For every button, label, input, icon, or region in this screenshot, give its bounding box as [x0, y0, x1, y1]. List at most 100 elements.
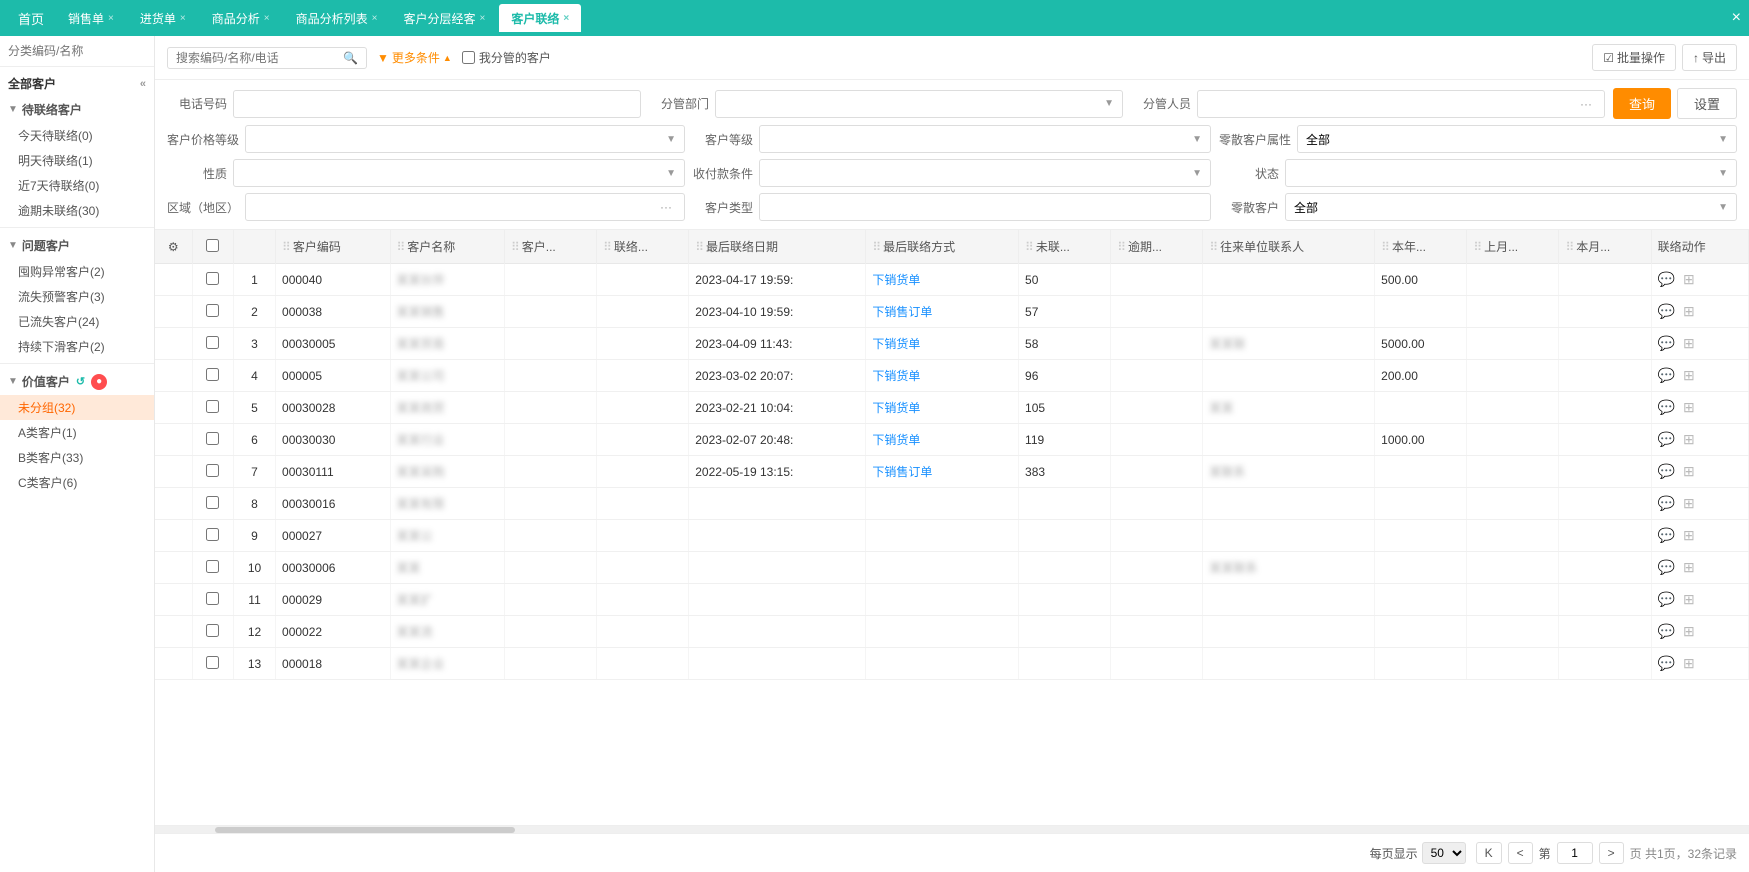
col-customer-type[interactable]: ⠿客户... [504, 230, 596, 264]
manager-input[interactable]: ··· [1197, 90, 1605, 118]
row-checkbox[interactable] [206, 464, 219, 477]
nature-select[interactable]: ▼ [233, 159, 685, 187]
sidebar-item-b-class[interactable]: B类客户(33) [0, 445, 154, 470]
tab-customer-contact[interactable]: 客户联络 × [499, 4, 581, 32]
col-contacts[interactable]: ⠿往来单位联系人 [1203, 230, 1375, 264]
col-no-contact[interactable]: ⠿未联... [1019, 230, 1111, 264]
status-select[interactable]: ▼ [1285, 159, 1737, 187]
contact-method-link[interactable]: 下销货单 [872, 337, 920, 351]
query-btn[interactable]: 查询 [1613, 88, 1671, 119]
tab-sales[interactable]: 销售单 × [56, 4, 126, 32]
contact-method-link[interactable]: 下销货单 [872, 401, 920, 415]
close-purchase-tab[interactable]: × [180, 13, 186, 24]
sidebar-group-problem-customers[interactable]: ▼ 问题客户 [0, 232, 154, 259]
message-icon[interactable]: 💬 [1658, 431, 1675, 448]
close-sales-tab[interactable]: × [108, 13, 114, 24]
grid-icon[interactable]: ⊞ [1683, 623, 1695, 640]
grid-icon[interactable]: ⊞ [1683, 271, 1695, 288]
col-last-method[interactable]: ⠿最后联络方式 [866, 230, 1019, 264]
message-icon[interactable]: 💬 [1658, 335, 1675, 352]
row-checkbox-cell[interactable] [192, 648, 233, 680]
message-icon[interactable]: 💬 [1658, 495, 1675, 512]
message-icon[interactable]: 💬 [1658, 399, 1675, 416]
row-checkbox[interactable] [206, 336, 219, 349]
tab-home[interactable]: 首页 [8, 9, 54, 28]
more-conditions-btn[interactable]: ▼ 更多条件 ▲ [377, 49, 452, 66]
row-last-method-cell[interactable]: 下销货单 [866, 264, 1019, 296]
sidebar-item-churn-warning[interactable]: 流失预警客户(3) [0, 284, 154, 309]
col-this-year[interactable]: ⠿本年... [1375, 230, 1467, 264]
sidebar-item-churned[interactable]: 已流失客户(24) [0, 309, 154, 334]
batch-operation-btn[interactable]: ☑ 批量操作 [1592, 44, 1676, 71]
grid-icon[interactable]: ⊞ [1683, 367, 1695, 384]
sidebar-item-today-contact[interactable]: 今天待联络(0) [0, 123, 154, 148]
tab-customer-segment[interactable]: 客户分层经客 × [391, 4, 497, 32]
tab-goods-analysis-list[interactable]: 商品分析列表 × [284, 4, 390, 32]
region-dots-icon[interactable]: ··· [656, 200, 676, 214]
col-checkbox[interactable] [192, 230, 233, 264]
row-last-method-cell[interactable]: 下销售订单 [866, 456, 1019, 488]
customer-type-input[interactable] [759, 193, 1211, 221]
row-checkbox[interactable] [206, 560, 219, 573]
message-icon[interactable]: 💬 [1658, 591, 1675, 608]
grid-icon[interactable]: ⊞ [1683, 559, 1695, 576]
row-checkbox-cell[interactable] [192, 520, 233, 552]
sidebar-item-c-class[interactable]: C类客户(6) [0, 470, 154, 495]
col-customer-name[interactable]: ⠿客户名称 [390, 230, 504, 264]
horizontal-scrollbar[interactable] [155, 825, 1749, 833]
sidebar-item-overdue-contact[interactable]: 逾期未联络(30) [0, 198, 154, 223]
col-last-month[interactable]: ⠿上月... [1467, 230, 1559, 264]
row-checkbox[interactable] [206, 272, 219, 285]
customer-level-select[interactable]: ▼ [759, 125, 1211, 153]
sidebar-item-7days-contact[interactable]: 近7天待联络(0) [0, 173, 154, 198]
grid-icon[interactable]: ⊞ [1683, 399, 1695, 416]
close-goods-list-tab[interactable]: × [372, 13, 378, 24]
message-icon[interactable]: 💬 [1658, 303, 1675, 320]
select-all-checkbox[interactable] [206, 239, 219, 252]
row-checkbox[interactable] [206, 304, 219, 317]
row-checkbox[interactable] [206, 432, 219, 445]
search-icon[interactable]: 🔍 [343, 51, 358, 65]
col-settings[interactable]: ⚙ [155, 230, 192, 264]
sidebar-item-unassigned[interactable]: 未分组(32) [0, 395, 154, 420]
payment-select[interactable]: ▼ [759, 159, 1211, 187]
contact-method-link[interactable]: 下销售订单 [872, 465, 932, 479]
message-icon[interactable]: 💬 [1658, 623, 1675, 640]
row-checkbox-cell[interactable] [192, 264, 233, 296]
row-checkbox-cell[interactable] [192, 424, 233, 456]
search-input[interactable] [176, 51, 339, 65]
sidebar-collapse-icon[interactable]: « [140, 78, 146, 90]
message-icon[interactable]: 💬 [1658, 271, 1675, 288]
settings-gear-icon[interactable]: ⚙ [168, 240, 179, 254]
first-page-btn[interactable]: K [1476, 842, 1502, 864]
price-level-select[interactable]: ▼ [245, 125, 685, 153]
reset-btn[interactable]: 设置 [1677, 88, 1737, 119]
page-number-input[interactable] [1557, 842, 1593, 864]
row-last-method-cell[interactable]: 下销货单 [866, 360, 1019, 392]
row-checkbox[interactable] [206, 592, 219, 605]
sidebar-item-tomorrow-contact[interactable]: 明天待联络(1) [0, 148, 154, 173]
grid-icon[interactable]: ⊞ [1683, 655, 1695, 672]
message-icon[interactable]: 💬 [1658, 367, 1675, 384]
grid-icon[interactable]: ⊞ [1683, 495, 1695, 512]
my-customers-checkbox[interactable] [462, 51, 475, 64]
close-all-tabs[interactable]: × [1732, 9, 1741, 27]
dept-select[interactable]: ▼ [715, 90, 1123, 118]
row-checkbox-cell[interactable] [192, 328, 233, 360]
row-checkbox[interactable] [206, 400, 219, 413]
grid-icon[interactable]: ⊞ [1683, 527, 1695, 544]
tab-purchase[interactable]: 进货单 × [128, 4, 198, 32]
grid-icon[interactable]: ⊞ [1683, 303, 1695, 320]
row-last-method-cell[interactable]: 下销货单 [866, 328, 1019, 360]
grid-icon[interactable]: ⊞ [1683, 335, 1695, 352]
col-last-date[interactable]: ⠿最后联络日期 [689, 230, 866, 264]
contact-method-link[interactable]: 下销售订单 [872, 305, 932, 319]
message-icon[interactable]: 💬 [1658, 527, 1675, 544]
row-checkbox-cell[interactable] [192, 616, 233, 648]
row-checkbox-cell[interactable] [192, 360, 233, 392]
grid-icon[interactable]: ⊞ [1683, 431, 1695, 448]
phone-input[interactable] [233, 90, 641, 118]
next-page-btn[interactable]: > [1599, 842, 1624, 864]
col-overdue[interactable]: ⠿逾期... [1111, 230, 1203, 264]
row-checkbox[interactable] [206, 624, 219, 637]
